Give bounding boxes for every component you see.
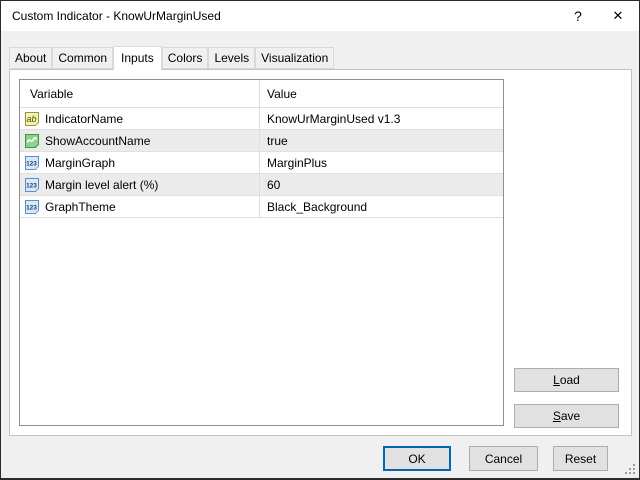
column-header-value: Value bbox=[267, 87, 297, 101]
number-param-icon: 123 bbox=[25, 199, 39, 214]
svg-text:ab: ab bbox=[26, 114, 36, 124]
custom-indicator-dialog: Custom Indicator - KnowUrMarginUsed ? ✕ … bbox=[0, 0, 640, 480]
variable-name: MarginGraph bbox=[45, 156, 116, 170]
variable-name: IndicatorName bbox=[45, 112, 124, 126]
resize-grip-icon[interactable] bbox=[625, 464, 636, 475]
tab-strip: About Common Inputs Colors Levels Visual… bbox=[9, 46, 335, 70]
svg-text:123: 123 bbox=[26, 160, 37, 167]
tab-common[interactable]: Common bbox=[52, 47, 114, 69]
number-param-icon: 123 bbox=[25, 177, 39, 192]
tab-colors[interactable]: Colors bbox=[161, 47, 209, 69]
table-row[interactable]: 123 Margin level alert (%) 60 bbox=[20, 174, 503, 196]
tab-inputs[interactable]: Inputs bbox=[113, 46, 162, 70]
parameters-table: Variable Value ab IndicatorName KnowUrMa… bbox=[19, 79, 504, 426]
help-icon[interactable]: ? bbox=[559, 1, 597, 31]
table-empty-area bbox=[20, 218, 503, 425]
inputs-tab-pane: Variable Value ab IndicatorName KnowUrMa… bbox=[9, 69, 632, 436]
table-row[interactable]: ShowAccountName true bbox=[20, 130, 503, 152]
tab-about[interactable]: About bbox=[9, 47, 53, 69]
load-button[interactable]: Load bbox=[514, 368, 619, 392]
variable-value[interactable]: true bbox=[260, 130, 503, 151]
string-param-icon: ab bbox=[25, 111, 39, 126]
number-param-icon: 123 bbox=[25, 155, 39, 170]
table-row[interactable]: 123 GraphTheme Black_Background bbox=[20, 196, 503, 218]
cancel-button[interactable]: Cancel bbox=[469, 446, 538, 471]
table-row[interactable]: 123 MarginGraph MarginPlus bbox=[20, 152, 503, 174]
variable-value[interactable]: Black_Background bbox=[260, 196, 503, 217]
table-header: Variable Value bbox=[20, 80, 503, 108]
ok-button[interactable]: OK bbox=[383, 446, 451, 471]
reset-button[interactable]: Reset bbox=[553, 446, 608, 471]
svg-text:123: 123 bbox=[26, 204, 37, 211]
chart-param-icon bbox=[25, 133, 39, 148]
variable-value[interactable]: 60 bbox=[260, 174, 503, 195]
save-button[interactable]: Save bbox=[514, 404, 619, 428]
svg-text:123: 123 bbox=[26, 182, 37, 189]
tab-levels[interactable]: Levels bbox=[208, 47, 256, 69]
tab-visualization[interactable]: Visualization bbox=[255, 47, 335, 69]
table-row[interactable]: ab IndicatorName KnowUrMarginUsed v1.3 bbox=[20, 108, 503, 130]
variable-name: GraphTheme bbox=[45, 200, 116, 214]
variable-name: ShowAccountName bbox=[45, 134, 151, 148]
variable-value[interactable]: MarginPlus bbox=[260, 152, 503, 173]
column-header-variable: Variable bbox=[20, 80, 260, 107]
variable-value[interactable]: KnowUrMarginUsed v1.3 bbox=[260, 108, 503, 129]
window-title: Custom Indicator - KnowUrMarginUsed bbox=[12, 9, 221, 23]
titlebar: Custom Indicator - KnowUrMarginUsed ? ✕ bbox=[1, 1, 639, 31]
variable-name: Margin level alert (%) bbox=[45, 178, 159, 192]
close-icon[interactable]: ✕ bbox=[599, 1, 637, 31]
